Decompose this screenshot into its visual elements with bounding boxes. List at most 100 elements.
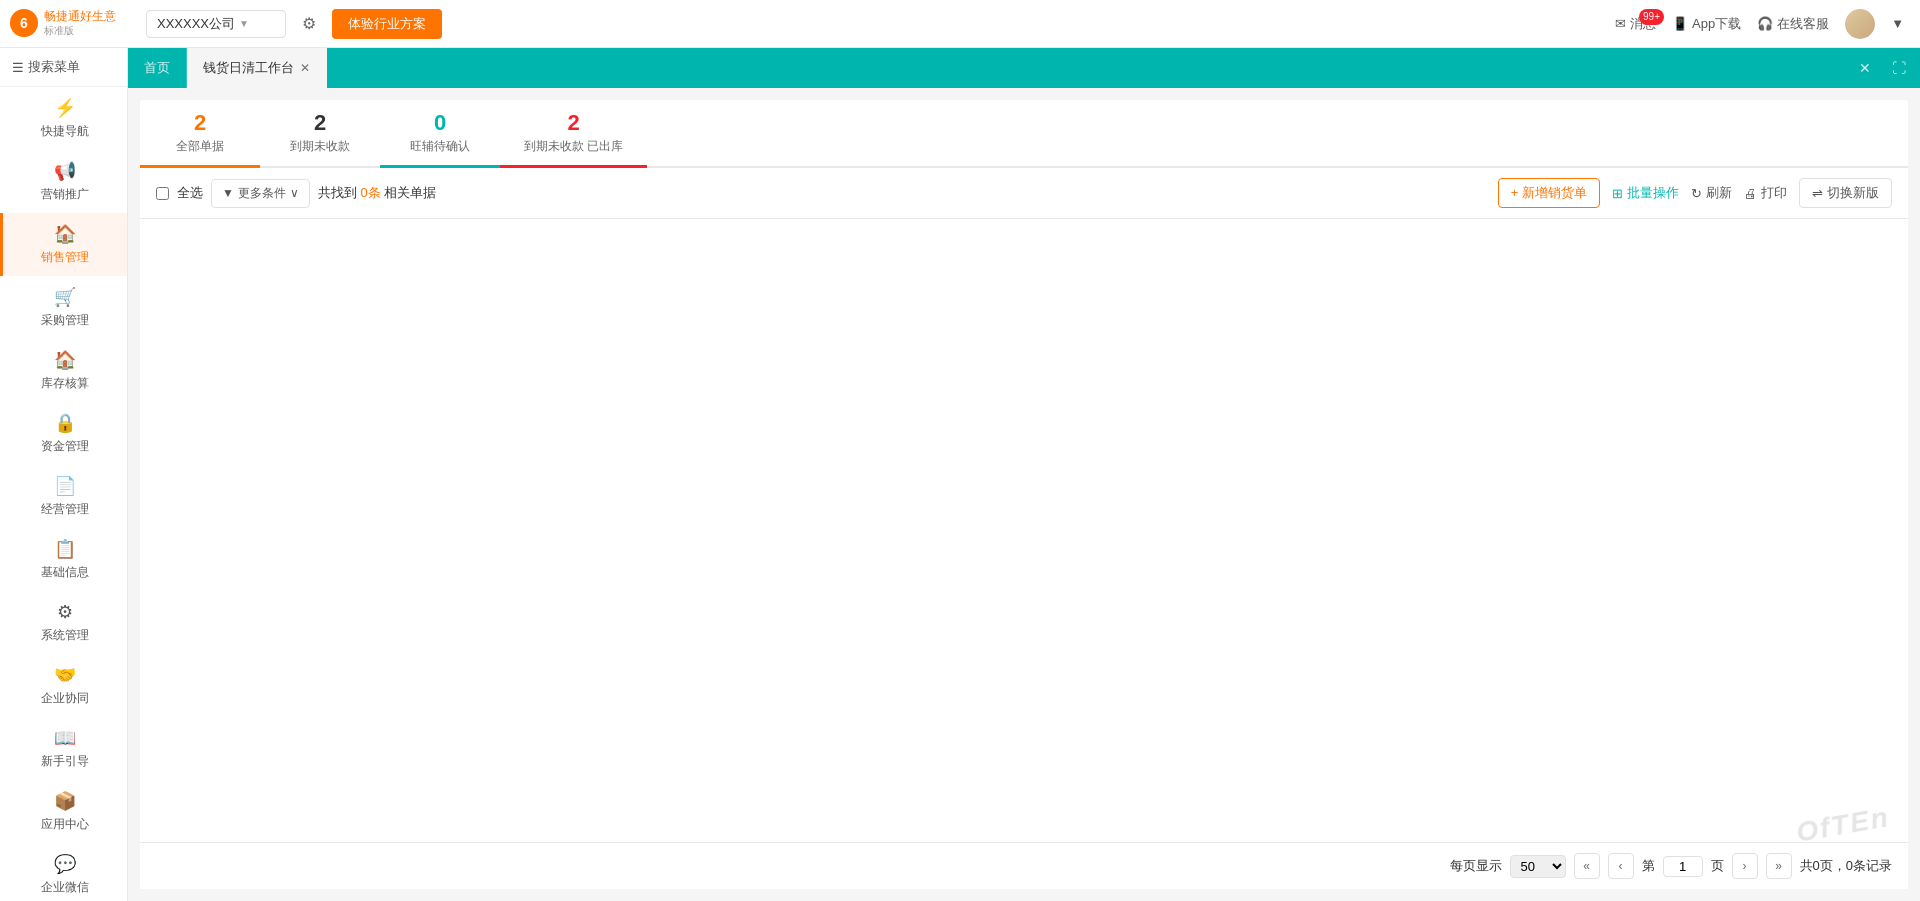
inventory-icon: 🏠 — [54, 349, 76, 371]
basic-info-icon: 📋 — [54, 538, 76, 560]
first-page-button[interactable]: « — [1574, 853, 1600, 879]
sidebar-item-label: 企业微信 — [41, 879, 89, 896]
chevron-down-icon: ▼ — [1891, 16, 1904, 31]
toolbar-right: + 新增销货单 ⊞ 批量操作 ↻ 刷新 🖨 打印 ⇌ — [1498, 178, 1892, 208]
toolbar: 全选 ▼ 更多条件 ∨ 共找到 0条 相关单据 + 新增销货单 ⊞ 批量操作 — [140, 168, 1908, 219]
tab-bar-actions: ✕ ⛶ — [1852, 55, 1920, 81]
stat-tab-overdue-out[interactable]: 2 到期未收款 已出库 — [500, 100, 647, 168]
finance-icon: 🔒 — [54, 412, 76, 434]
enterprise-icon: 🤝 — [54, 664, 76, 686]
refresh-label: 刷新 — [1706, 184, 1732, 202]
found-suffix: 相关单据 — [384, 185, 436, 200]
stats-tabs: 2 全部单据 2 到期未收款 0 旺辅待确认 2 到期未收款 已出库 — [140, 100, 1908, 168]
logo-text: 畅捷通好生意 — [44, 9, 116, 23]
found-count: 0条 — [361, 185, 381, 200]
switch-version-button[interactable]: ⇌ 切换新版 — [1799, 178, 1892, 208]
sidebar-item-label: 应用中心 — [41, 816, 89, 833]
more-filter-label: 更多条件 — [238, 185, 286, 202]
enterprise-wechat-icon: 💬 — [54, 853, 76, 875]
search-icon: ☰ — [12, 60, 24, 75]
new-sale-button[interactable]: + 新增销货单 — [1498, 178, 1600, 208]
sidebar-item-basic-info[interactable]: 📋 基础信息 — [0, 528, 127, 591]
main-content: 首页 钱货日清工作台 ✕ ✕ ⛶ 2 全部单据 2 到期未收款 — [128, 48, 1920, 901]
top-bar-right: ✉ 消息 99+ 📱 App下载 🎧 在线客服 ▼ — [1615, 9, 1904, 39]
sidebar-item-sales[interactable]: 🏠 销售管理 — [0, 213, 127, 276]
sidebar-item-marketing[interactable]: 📢 营销推广 — [0, 150, 127, 213]
service-icon: 🎧 — [1757, 16, 1773, 31]
refresh-button[interactable]: ↻ 刷新 — [1691, 184, 1732, 202]
page-size-select[interactable]: 50 100 200 — [1510, 855, 1566, 878]
refresh-icon: ↻ — [1691, 186, 1702, 201]
batch-ops-label: 批量操作 — [1627, 184, 1679, 202]
sidebar-item-app-center[interactable]: 📦 应用中心 — [0, 780, 127, 843]
quick-nav-icon: ⚡ — [54, 97, 76, 119]
chevron-down-icon: ▼ — [239, 18, 249, 29]
sidebar-search[interactable]: ☰ 搜索菜单 — [0, 48, 127, 87]
tab-bar: 首页 钱货日清工作台 ✕ ✕ ⛶ — [128, 48, 1920, 88]
stat-tab-overdue[interactable]: 2 到期未收款 — [260, 100, 380, 168]
app-center-icon: 📦 — [54, 790, 76, 812]
sidebar-item-label: 基础信息 — [41, 564, 89, 581]
top-bar-left: 6 畅捷通好生意 标准版 XXXXXX公司 ▼ ⚙ 体验行业方案 — [0, 9, 442, 39]
tab-close-icon[interactable]: ✕ — [300, 61, 310, 75]
sidebar-item-system[interactable]: ⚙ 系统管理 — [0, 591, 127, 654]
purchase-icon: 🛒 — [54, 286, 76, 308]
switch-icon: ⇌ — [1812, 186, 1823, 201]
stat-num-pending: 0 — [434, 110, 446, 136]
next-page-button[interactable]: › — [1732, 853, 1758, 879]
logo-area: 6 畅捷通好生意 标准版 — [10, 9, 138, 37]
print-icon: 🖨 — [1744, 186, 1757, 201]
trial-button[interactable]: 体验行业方案 — [332, 9, 442, 39]
stat-num-overdue: 2 — [314, 110, 326, 136]
table-area — [140, 219, 1908, 842]
sidebar-item-label: 快捷导航 — [41, 123, 89, 140]
marketing-icon: 📢 — [54, 160, 76, 182]
sidebar-item-label: 资金管理 — [41, 438, 89, 455]
sidebar-item-enterprise[interactable]: 🤝 企业协同 — [0, 654, 127, 717]
company-selector[interactable]: XXXXXX公司 ▼ — [146, 10, 286, 38]
online-service-button[interactable]: 🎧 在线客服 — [1757, 15, 1829, 33]
sidebar-item-purchase[interactable]: 🛒 采购管理 — [0, 276, 127, 339]
message-button[interactable]: ✉ 消息 99+ — [1615, 15, 1656, 33]
sidebar-item-finance[interactable]: 🔒 资金管理 — [0, 402, 127, 465]
sidebar-item-quick-nav[interactable]: ⚡ 快捷导航 — [0, 87, 127, 150]
sidebar-item-inventory[interactable]: 🏠 库存核算 — [0, 339, 127, 402]
select-all-checkbox[interactable] — [156, 187, 169, 200]
user-name[interactable]: ▼ — [1891, 16, 1904, 31]
message-icon: ✉ — [1615, 16, 1626, 31]
sidebar-item-guide[interactable]: 📖 新手引导 — [0, 717, 127, 780]
stat-tab-pending[interactable]: 0 旺辅待确认 — [380, 100, 500, 168]
filter-icon: ▼ — [222, 186, 234, 200]
operations-icon: 📄 — [54, 475, 76, 497]
sidebar-item-enterprise-wechat[interactable]: 💬 企业微信 — [0, 843, 127, 901]
tab-close-button[interactable]: ✕ — [1852, 55, 1878, 81]
print-button[interactable]: 🖨 打印 — [1744, 184, 1787, 202]
found-text: 共找到 0条 相关单据 — [318, 184, 436, 202]
gear-button[interactable]: ⚙ — [294, 9, 324, 39]
sidebar-item-operations[interactable]: 📄 经营管理 — [0, 465, 127, 528]
app-download-label: App下载 — [1692, 15, 1741, 33]
batch-ops-button[interactable]: ⊞ 批量操作 — [1612, 184, 1679, 202]
stat-tab-all[interactable]: 2 全部单据 — [140, 100, 260, 168]
company-name: XXXXXX公司 — [157, 15, 235, 33]
avatar[interactable] — [1845, 9, 1875, 39]
more-filter-button[interactable]: ▼ 更多条件 ∨ — [211, 179, 310, 208]
app-layout: ☰ 搜索菜单 ⚡ 快捷导航 📢 营销推广 🏠 销售管理 🛒 采购管理 🏠 库存核… — [0, 48, 1920, 901]
tab-expand-button[interactable]: ⛶ — [1886, 55, 1912, 81]
message-badge: 99+ — [1639, 9, 1664, 25]
page-input[interactable]: 1 — [1663, 856, 1703, 877]
print-label: 打印 — [1761, 184, 1787, 202]
tab-home[interactable]: 首页 — [128, 48, 187, 88]
stat-label-all: 全部单据 — [176, 138, 224, 155]
prev-page-button[interactable]: ‹ — [1608, 853, 1634, 879]
sidebar-item-label: 系统管理 — [41, 627, 89, 644]
switch-label: 切换新版 — [1827, 184, 1879, 202]
tab-cashflow[interactable]: 钱货日清工作台 ✕ — [187, 48, 327, 88]
logo-icon: 6 — [10, 9, 38, 37]
app-download-button[interactable]: 📱 App下载 — [1672, 15, 1741, 33]
stat-label-pending: 旺辅待确认 — [410, 138, 470, 155]
last-page-button[interactable]: » — [1766, 853, 1792, 879]
online-service-label: 在线客服 — [1777, 15, 1829, 33]
pagination-summary: 共0页，0条记录 — [1800, 857, 1892, 875]
batch-icon: ⊞ — [1612, 186, 1623, 201]
